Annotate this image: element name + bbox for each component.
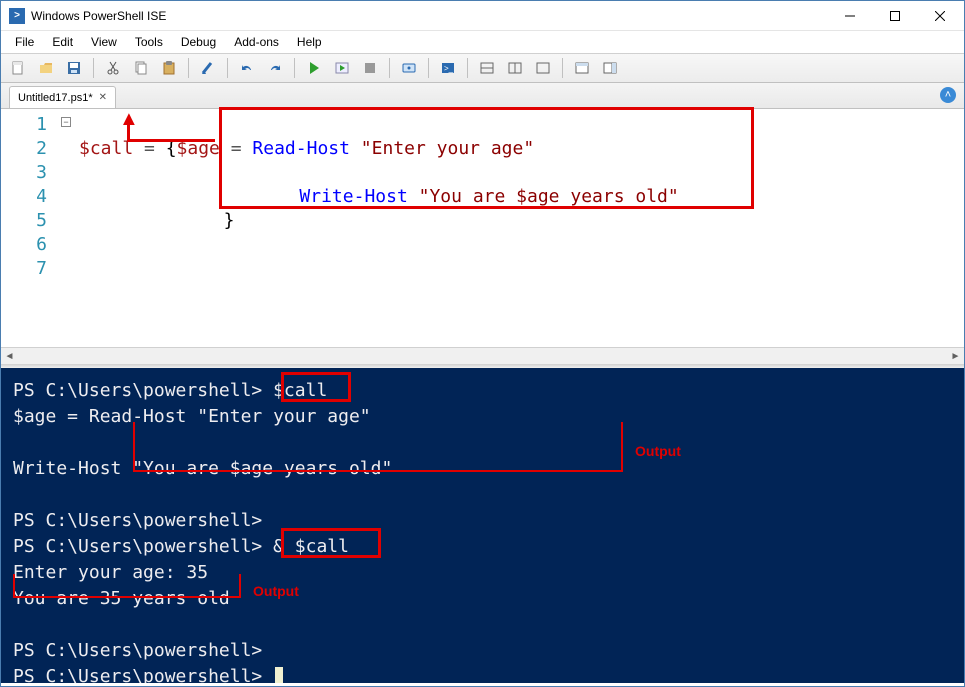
- toolbar-separator: [467, 58, 468, 78]
- run-selection-button[interactable]: [329, 56, 355, 80]
- annotation-bracket: [133, 422, 623, 472]
- line-number: 4: [1, 185, 47, 209]
- line-number: 5: [1, 209, 47, 233]
- toolbar-separator: [562, 58, 563, 78]
- file-tab[interactable]: Untitled17.ps1* ✕: [9, 86, 116, 108]
- console-line: PS C:\Users\powershell>: [13, 638, 952, 664]
- line-number-gutter: 1 2 3 4 5 6 7: [1, 109, 55, 347]
- annotation-box: [281, 528, 381, 558]
- line-number: 3: [1, 161, 47, 185]
- toolbar: >_: [1, 53, 964, 83]
- annotation-arrow: [127, 139, 215, 142]
- scroll-right-icon[interactable]: ►: [947, 348, 964, 364]
- cut-button[interactable]: [100, 56, 126, 80]
- annotation-box: [281, 372, 351, 402]
- line-number: 2: [1, 137, 47, 161]
- paste-button[interactable]: [156, 56, 182, 80]
- maximize-button[interactable]: [872, 2, 917, 30]
- tab-strip: Untitled17.ps1* ✕ ˄: [1, 83, 964, 109]
- code-token: }: [224, 210, 235, 231]
- stop-button[interactable]: [357, 56, 383, 80]
- tab-close-icon[interactable]: ✕: [99, 92, 107, 103]
- toolbar-separator: [389, 58, 390, 78]
- copy-button[interactable]: [128, 56, 154, 80]
- menu-debug[interactable]: Debug: [173, 33, 224, 51]
- layout-button-1[interactable]: [474, 56, 500, 80]
- console-pane[interactable]: PS C:\Users\powershell> $call $age = Rea…: [1, 368, 964, 683]
- line-number: 1: [1, 113, 47, 137]
- annotation-bracket: [13, 574, 241, 598]
- minimize-button[interactable]: [827, 2, 872, 30]
- menu-addons[interactable]: Add-ons: [226, 33, 287, 51]
- annotation-label: Output: [253, 578, 299, 604]
- console-line: [13, 482, 952, 508]
- tab-label: Untitled17.ps1*: [18, 92, 93, 104]
- undo-button[interactable]: [234, 56, 260, 80]
- console-line: PS C:\Users\powershell>: [13, 664, 952, 683]
- svg-text:>_: >_: [444, 64, 454, 73]
- show-command-button[interactable]: [569, 56, 595, 80]
- run-button[interactable]: [301, 56, 327, 80]
- toolbar-separator: [188, 58, 189, 78]
- annotation-box: [219, 107, 754, 209]
- toolbar-separator: [93, 58, 94, 78]
- console-line: PS C:\Users\powershell> $call: [13, 378, 952, 404]
- redo-button[interactable]: [262, 56, 288, 80]
- close-button[interactable]: [917, 2, 962, 30]
- annotation-arrowhead-icon: ▲: [119, 108, 139, 131]
- console-line: [13, 612, 952, 638]
- title-bar: > Windows PowerShell ISE: [1, 1, 964, 31]
- toolbar-separator: [294, 58, 295, 78]
- layout-button-3[interactable]: [530, 56, 556, 80]
- window-title: Windows PowerShell ISE: [31, 9, 827, 23]
- menu-file[interactable]: File: [7, 33, 42, 51]
- window-controls: [827, 2, 962, 30]
- show-commands-addon-button[interactable]: [597, 56, 623, 80]
- layout-button-2[interactable]: [502, 56, 528, 80]
- toolbar-separator: [428, 58, 429, 78]
- powershell-tab-button[interactable]: >_: [435, 56, 461, 80]
- app-icon: >: [9, 8, 25, 24]
- line-number: 6: [1, 233, 47, 257]
- menu-view[interactable]: View: [83, 33, 125, 51]
- menu-tools[interactable]: Tools: [127, 33, 171, 51]
- console-line: PS C:\Users\powershell>: [13, 508, 952, 534]
- save-button[interactable]: [61, 56, 87, 80]
- script-editor[interactable]: 1 2 3 4 5 6 7 − $call = {$age = Read-Hos…: [1, 109, 964, 347]
- clear-button[interactable]: [195, 56, 221, 80]
- open-file-button[interactable]: [33, 56, 59, 80]
- menu-help[interactable]: Help: [289, 33, 330, 51]
- new-file-button[interactable]: [5, 56, 31, 80]
- scroll-left-icon[interactable]: ◄: [1, 348, 18, 364]
- menu-bar: File Edit View Tools Debug Add-ons Help: [1, 31, 964, 53]
- code-token: $call: [79, 138, 133, 159]
- annotation-label: Output: [635, 438, 681, 464]
- collapse-panel-icon[interactable]: ˄: [940, 87, 956, 103]
- cursor: [275, 667, 283, 683]
- remote-button[interactable]: [396, 56, 422, 80]
- line-number: 7: [1, 257, 47, 281]
- toolbar-separator: [227, 58, 228, 78]
- editor-horizontal-scrollbar[interactable]: ◄ ►: [1, 347, 964, 364]
- console-line: PS C:\Users\powershell> & $call: [13, 534, 952, 560]
- menu-edit[interactable]: Edit: [44, 33, 81, 51]
